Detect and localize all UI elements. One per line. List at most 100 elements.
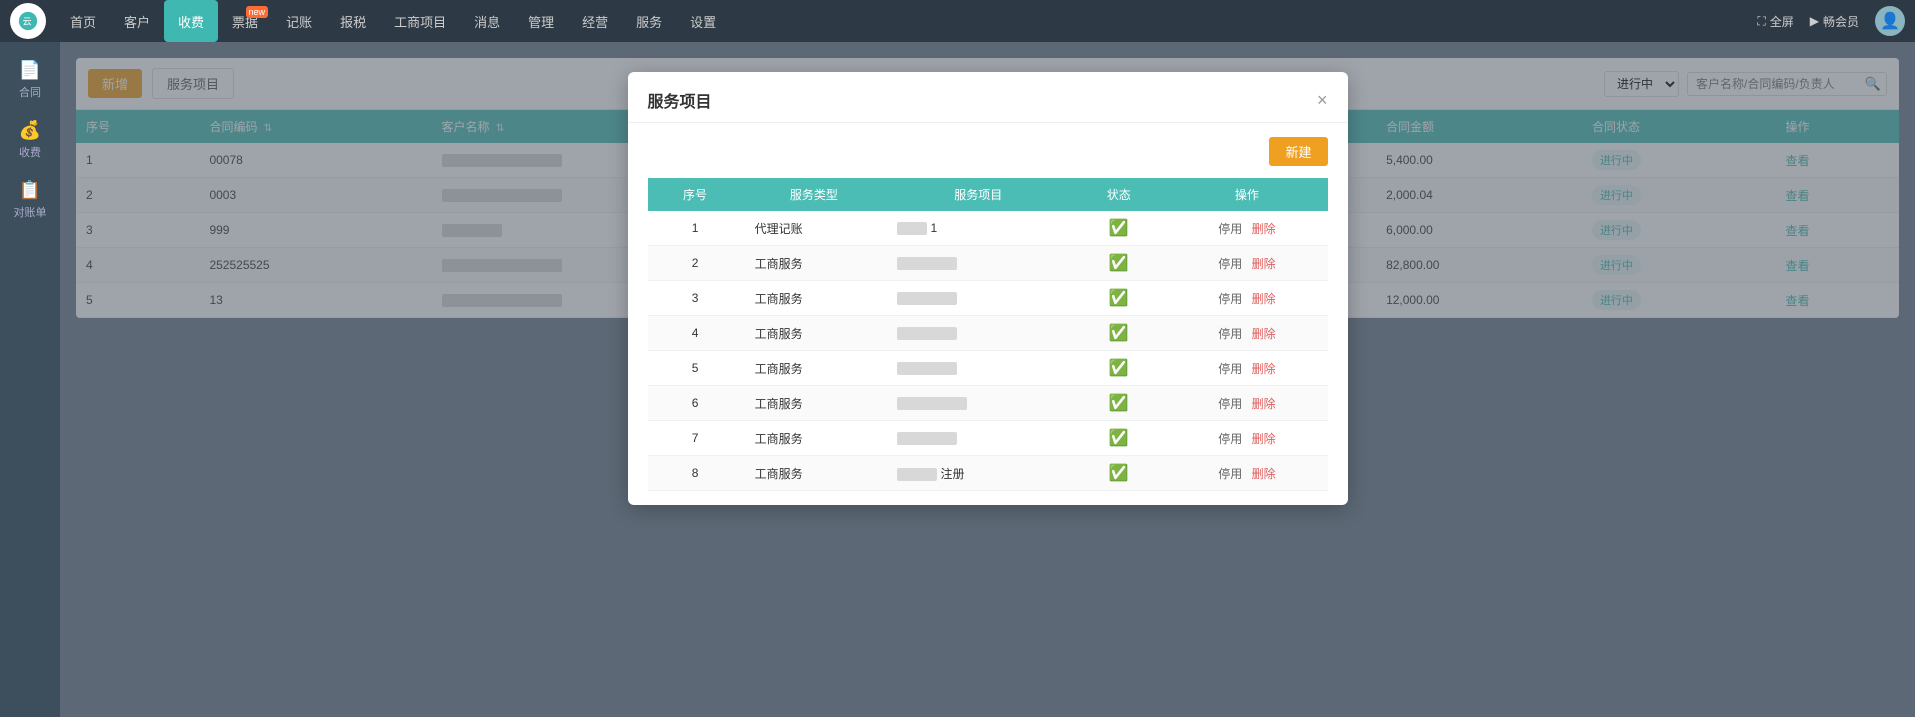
modal-cell-status: ✅: [1071, 281, 1166, 316]
fullscreen-btn[interactable]: ⛶全屏: [1757, 13, 1793, 30]
modal-cell-item: [885, 421, 1071, 456]
modal-cell-action: 停用 删除: [1166, 351, 1327, 386]
stop-btn[interactable]: 停用: [1218, 327, 1242, 341]
nav-customer[interactable]: 客户: [110, 0, 164, 42]
modal-col-seq: 序号: [648, 178, 743, 211]
modal-cell-type: 工商服务: [743, 456, 886, 491]
sidebar-label-contract: 合同: [19, 84, 41, 100]
delete-btn[interactable]: 删除: [1252, 397, 1276, 411]
nav-operation[interactable]: 经营: [568, 0, 622, 42]
list-item: 5 工商服务 ✅ 停用 删除: [648, 351, 1328, 386]
modal-cell-status: ✅: [1071, 456, 1166, 491]
status-check-icon: ✅: [1109, 465, 1129, 482]
vip-btn[interactable]: ▶畅会员: [1810, 13, 1859, 30]
list-item: 2 工商服务 ✅ 停用 删除: [648, 246, 1328, 281]
stop-btn[interactable]: 停用: [1218, 467, 1242, 481]
nav-service[interactable]: 服务: [622, 0, 676, 42]
list-item: 8 工商服务 注册 ✅ 停用 删除: [648, 456, 1328, 491]
nav-home[interactable]: 首页: [56, 0, 110, 42]
service-modal: 服务项目 × 新建 序号 服务类型 服务项目: [628, 72, 1348, 505]
modal-col-type: 服务类型: [743, 178, 886, 211]
new-service-btn[interactable]: 新建: [1269, 137, 1327, 166]
status-check-icon: ✅: [1109, 325, 1129, 342]
sidebar-label-fee: 收费: [19, 144, 41, 160]
modal-cell-status: ✅: [1071, 316, 1166, 351]
sidebar-item-reconcile[interactable]: 📋 对账单: [4, 172, 56, 228]
svg-text:云: 云: [23, 17, 32, 27]
modal-cell-seq: 1: [648, 211, 743, 246]
modal-cell-status: ✅: [1071, 351, 1166, 386]
modal-cell-seq: 4: [648, 316, 743, 351]
modal-cell-seq: 8: [648, 456, 743, 491]
modal-cell-item: [885, 281, 1071, 316]
stop-btn[interactable]: 停用: [1218, 362, 1242, 376]
list-item: 3 工商服务 ✅ 停用 删除: [648, 281, 1328, 316]
delete-btn[interactable]: 删除: [1252, 257, 1276, 271]
stop-btn[interactable]: 停用: [1218, 257, 1242, 271]
modal-cell-type: 工商服务: [743, 316, 886, 351]
list-item: 6 工商服务 ✅ 停用 删除: [648, 386, 1328, 421]
modal-cell-action: 停用 删除: [1166, 386, 1327, 421]
modal-cell-item: [885, 316, 1071, 351]
delete-btn[interactable]: 删除: [1252, 467, 1276, 481]
modal-cell-type: 工商服务: [743, 246, 886, 281]
modal-col-action: 操作: [1166, 178, 1327, 211]
modal-cell-seq: 5: [648, 351, 743, 386]
sidebar-item-fee[interactable]: 💰 收费: [4, 112, 56, 168]
modal-close-btn[interactable]: ×: [1317, 91, 1328, 109]
stop-btn[interactable]: 停用: [1218, 222, 1242, 236]
delete-btn[interactable]: 删除: [1252, 292, 1276, 306]
modal-body: 新建 序号 服务类型 服务项目 状态 操作: [628, 123, 1348, 505]
delete-btn[interactable]: 删除: [1252, 222, 1276, 236]
modal-cell-action: 停用 删除: [1166, 211, 1327, 246]
modal-cell-status: ✅: [1071, 246, 1166, 281]
sidebar: 📄 合同 💰 收费 📋 对账单: [0, 42, 60, 717]
nav-settings[interactable]: 设置: [676, 0, 730, 42]
modal-cell-item: [885, 386, 1071, 421]
modal-cell-type: 工商服务: [743, 281, 886, 316]
modal-title: 服务项目: [648, 88, 712, 112]
avatar[interactable]: 👤: [1875, 6, 1905, 36]
nav-tax[interactable]: 报税: [326, 0, 380, 42]
sidebar-item-contract[interactable]: 📄 合同: [4, 52, 56, 108]
delete-btn[interactable]: 删除: [1252, 327, 1276, 341]
sidebar-label-reconcile: 对账单: [14, 204, 47, 220]
status-check-icon: ✅: [1109, 395, 1129, 412]
nav-fee[interactable]: 收费: [164, 0, 218, 42]
modal-cell-status: ✅: [1071, 386, 1166, 421]
nav-bookkeeping[interactable]: 记账: [272, 0, 326, 42]
overlay[interactable]: 服务项目 × 新建 序号 服务类型 服务项目: [60, 42, 1915, 717]
modal-cell-action: 停用 删除: [1166, 421, 1327, 456]
modal-cell-action: 停用 删除: [1166, 456, 1327, 491]
modal-cell-action: 停用 删除: [1166, 246, 1327, 281]
nav-manage[interactable]: 管理: [514, 0, 568, 42]
modal-cell-action: 停用 删除: [1166, 281, 1327, 316]
nav-business[interactable]: 工商项目: [380, 0, 460, 42]
status-check-icon: ✅: [1109, 220, 1129, 237]
modal-col-status: 状态: [1071, 178, 1166, 211]
nav-invoice[interactable]: 票据 new: [218, 0, 272, 42]
main-content: 新增 服务项目 进行中 已完成 已终止 🔍: [60, 42, 1915, 717]
modal-header: 服务项目 ×: [628, 72, 1348, 123]
status-check-icon: ✅: [1109, 290, 1129, 307]
stop-btn[interactable]: 停用: [1218, 397, 1242, 411]
modal-cell-action: 停用 删除: [1166, 316, 1327, 351]
modal-cell-seq: 6: [648, 386, 743, 421]
delete-btn[interactable]: 删除: [1252, 362, 1276, 376]
list-item: 4 工商服务 ✅ 停用 删除: [648, 316, 1328, 351]
modal-col-item: 服务项目: [885, 178, 1071, 211]
fee-icon: 💰: [19, 120, 41, 141]
logo: 云: [10, 3, 46, 39]
modal-cell-item: [885, 351, 1071, 386]
modal-table: 序号 服务类型 服务项目 状态 操作 1 代理记账 1 ✅ 停用 删除: [648, 178, 1328, 491]
nav-message[interactable]: 消息: [460, 0, 514, 42]
stop-btn[interactable]: 停用: [1218, 292, 1242, 306]
delete-btn[interactable]: 删除: [1252, 432, 1276, 446]
modal-cell-item: [885, 246, 1071, 281]
layout: 📄 合同 💰 收费 📋 对账单 新增 服务项目 进行中 已完成 已终止: [0, 42, 1915, 717]
modal-cell-item: 注册: [885, 456, 1071, 491]
modal-scroll[interactable]: 序号 服务类型 服务项目 状态 操作 1 代理记账 1 ✅ 停用 删除: [648, 178, 1328, 491]
reconcile-icon: 📋: [19, 180, 41, 201]
stop-btn[interactable]: 停用: [1218, 432, 1242, 446]
modal-cell-seq: 3: [648, 281, 743, 316]
